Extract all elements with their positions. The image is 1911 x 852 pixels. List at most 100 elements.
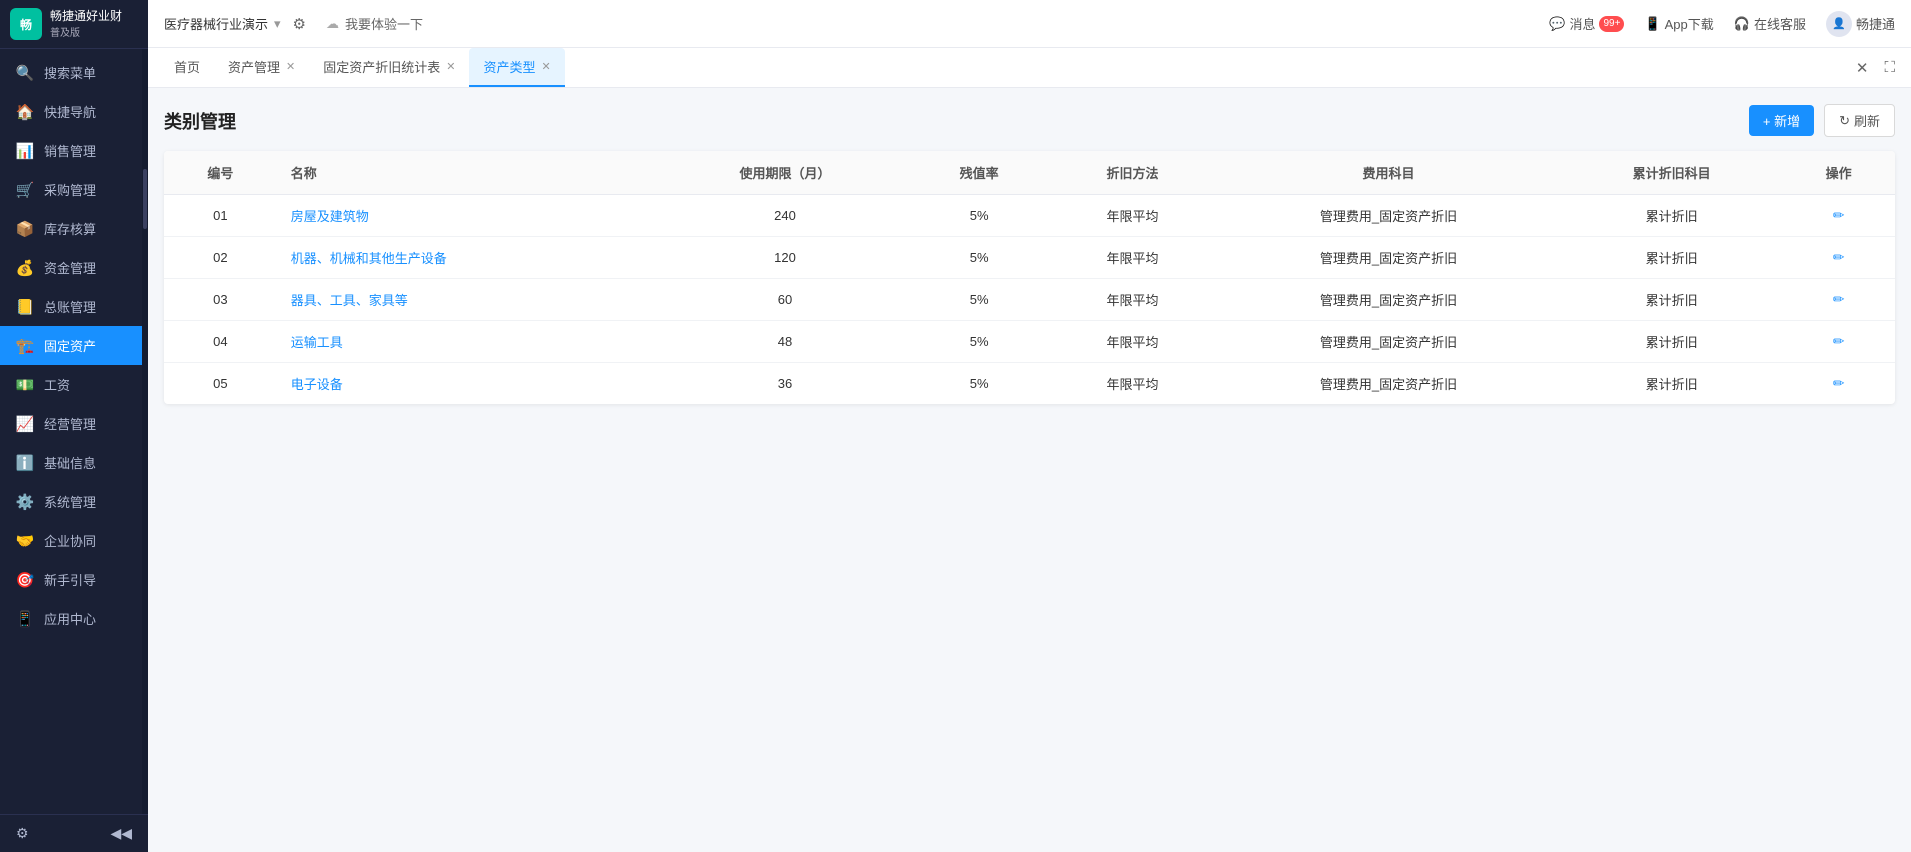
sidebar-item-label: 企业协同: [44, 531, 96, 550]
operations-icon: 📈: [16, 415, 34, 433]
table-body: 01 房屋及建筑物 240 5% 年限平均 管理费用_固定资产折旧 累计折旧 ✏…: [164, 195, 1895, 405]
cell-action: ✏: [1782, 321, 1895, 363]
cell-expense-account: 管理费用_固定资产折旧: [1216, 195, 1561, 237]
sidebar-item-label: 销售管理: [44, 141, 96, 160]
asset-type-close-icon[interactable]: ✕: [542, 60, 551, 73]
fixed-depreciation-tab-label: 固定资产折旧统计表: [323, 57, 440, 76]
refresh-button[interactable]: ↻ 刷新: [1824, 104, 1895, 137]
sidebar-item-salary[interactable]: 💵 工资: [0, 365, 142, 404]
cell-useful-life: 36: [661, 363, 909, 405]
col-header-code: 编号: [164, 151, 277, 195]
app-download-button[interactable]: 📱 App下载: [1644, 14, 1713, 33]
sidebar-nav: 🔍 搜索菜单 🏠 快捷导航 📊 销售管理 🛒 采购管理 📦 库存核算 💰: [0, 49, 142, 814]
tab-close-window-icon[interactable]: ✕: [1852, 55, 1873, 81]
name-link[interactable]: 电子设备: [291, 377, 343, 392]
sidebar-item-operations[interactable]: 📈 经营管理: [0, 404, 142, 443]
sidebar-item-label: 经营管理: [44, 414, 96, 433]
sidebar-item-enterprise[interactable]: 🤝 企业协同: [0, 521, 142, 560]
asset-type-tab-label: 资产类型: [483, 57, 535, 76]
sidebar-item-label: 基础信息: [44, 453, 96, 472]
edit-icon[interactable]: ✏: [1833, 375, 1845, 391]
sidebar-item-purchase[interactable]: 🛒 采购管理: [0, 170, 142, 209]
guide-icon: 🎯: [16, 571, 34, 589]
fixed-depreciation-close-icon[interactable]: ✕: [446, 60, 455, 73]
inventory-icon: 📦: [16, 220, 34, 238]
asset-mgmt-close-icon[interactable]: ✕: [286, 60, 295, 73]
edit-icon[interactable]: ✏: [1833, 333, 1845, 349]
sidebar-item-label: 采购管理: [44, 180, 96, 199]
online-service-button[interactable]: 🎧 在线客服: [1734, 14, 1806, 33]
sidebar-item-label: 工资: [44, 375, 70, 394]
cell-code: 01: [164, 195, 277, 237]
name-link[interactable]: 运输工具: [291, 335, 343, 350]
sidebar-item-label: 应用中心: [44, 609, 96, 628]
sidebar-item-sales[interactable]: 📊 销售管理: [0, 131, 142, 170]
sidebar-item-label: 总账管理: [44, 297, 96, 316]
name-link[interactable]: 房屋及建筑物: [291, 209, 369, 224]
sidebar-item-app-center[interactable]: 📱 应用中心: [0, 599, 142, 638]
sidebar-item-label: 搜索菜单: [44, 63, 96, 82]
cell-useful-life: 48: [661, 321, 909, 363]
sidebar-scrollbar[interactable]: [142, 49, 148, 814]
cell-name: 机器、机械和其他生产设备: [277, 237, 661, 279]
tab-fixed-depreciation[interactable]: 固定资产折旧统计表 ✕: [309, 48, 469, 87]
sidebar-item-search[interactable]: 🔍 搜索菜单: [0, 53, 142, 92]
table-row: 03 器具、工具、家具等 60 5% 年限平均 管理费用_固定资产折旧 累计折旧…: [164, 279, 1895, 321]
user-profile-button[interactable]: 👤 畅捷通: [1826, 11, 1895, 37]
sidebar-item-system[interactable]: ⚙️ 系统管理: [0, 482, 142, 521]
cell-name: 运输工具: [277, 321, 661, 363]
edit-icon[interactable]: ✏: [1833, 291, 1845, 307]
col-header-useful-life: 使用期限（月）: [661, 151, 909, 195]
table-row: 02 机器、机械和其他生产设备 120 5% 年限平均 管理费用_固定资产折旧 …: [164, 237, 1895, 279]
name-link[interactable]: 器具、工具、家具等: [291, 293, 408, 308]
tab-asset-type[interactable]: 资产类型 ✕: [469, 48, 564, 87]
tab-expand-icon[interactable]: ⛶: [1880, 55, 1899, 80]
sidebar-item-inventory[interactable]: 📦 库存核算: [0, 209, 142, 248]
tab-home[interactable]: 首页: [160, 48, 214, 87]
system-icon: ⚙️: [16, 493, 34, 511]
sidebar-item-ledger[interactable]: 📒 总账管理: [0, 287, 142, 326]
topbar-experience[interactable]: ☁ 我要体验一下: [326, 14, 423, 33]
asset-mgmt-tab-label: 资产管理: [228, 57, 280, 76]
sidebar-footer: ⚙ ◀◀: [0, 814, 148, 852]
cell-action: ✏: [1782, 363, 1895, 405]
new-button[interactable]: + 新增: [1749, 105, 1814, 136]
cell-code: 05: [164, 363, 277, 405]
sidebar-item-quick-nav[interactable]: 🏠 快捷导航: [0, 92, 142, 131]
settings-footer-icon[interactable]: ⚙: [16, 825, 29, 842]
sales-icon: 📊: [16, 142, 34, 160]
cell-action: ✏: [1782, 237, 1895, 279]
sidebar-item-basic-info[interactable]: ℹ️ 基础信息: [0, 443, 142, 482]
app-dropdown-arrow[interactable]: ▾: [274, 16, 281, 32]
cell-residual-rate: 5%: [909, 195, 1049, 237]
topbar: 医疗器械行业演示 ▾ ⚙ ☁ 我要体验一下 💬 消息 99+ 📱 App下载 🎧…: [148, 0, 1911, 48]
table-row: 01 房屋及建筑物 240 5% 年限平均 管理费用_固定资产折旧 累计折旧 ✏: [164, 195, 1895, 237]
sidebar-item-label: 新手引导: [44, 570, 96, 589]
ledger-icon: 📒: [16, 298, 34, 316]
notification-button[interactable]: 💬 消息 99+: [1549, 14, 1624, 33]
tab-asset-mgmt[interactable]: 资产管理 ✕: [214, 48, 309, 87]
cell-code: 02: [164, 237, 277, 279]
cell-action: ✏: [1782, 279, 1895, 321]
sidebar-scrollbar-thumb[interactable]: [143, 169, 147, 229]
sidebar-item-fixed-assets[interactable]: 🏗️ 固定资产: [0, 326, 142, 365]
cell-useful-life: 60: [661, 279, 909, 321]
home-icon: 🏠: [16, 103, 34, 121]
topbar-settings-icon[interactable]: ⚙: [293, 15, 306, 33]
cell-expense-account: 管理费用_固定资产折旧: [1216, 279, 1561, 321]
collapse-sidebar-icon[interactable]: ◀◀: [110, 825, 132, 842]
cell-accumulated-account: 累计折旧: [1561, 195, 1782, 237]
cell-name: 房屋及建筑物: [277, 195, 661, 237]
cell-useful-life: 120: [661, 237, 909, 279]
name-link[interactable]: 机器、机械和其他生产设备: [291, 251, 447, 266]
sidebar-item-guide[interactable]: 🎯 新手引导: [0, 560, 142, 599]
sidebar-item-label: 库存核算: [44, 219, 96, 238]
cell-name: 电子设备: [277, 363, 661, 405]
col-header-accumulated-account: 累计折旧科目: [1561, 151, 1782, 195]
cell-useful-life: 240: [661, 195, 909, 237]
sidebar-item-finance[interactable]: 💰 资金管理: [0, 248, 142, 287]
edit-icon[interactable]: ✏: [1833, 249, 1845, 265]
edit-icon[interactable]: ✏: [1833, 207, 1845, 223]
cell-residual-rate: 5%: [909, 363, 1049, 405]
cell-code: 04: [164, 321, 277, 363]
